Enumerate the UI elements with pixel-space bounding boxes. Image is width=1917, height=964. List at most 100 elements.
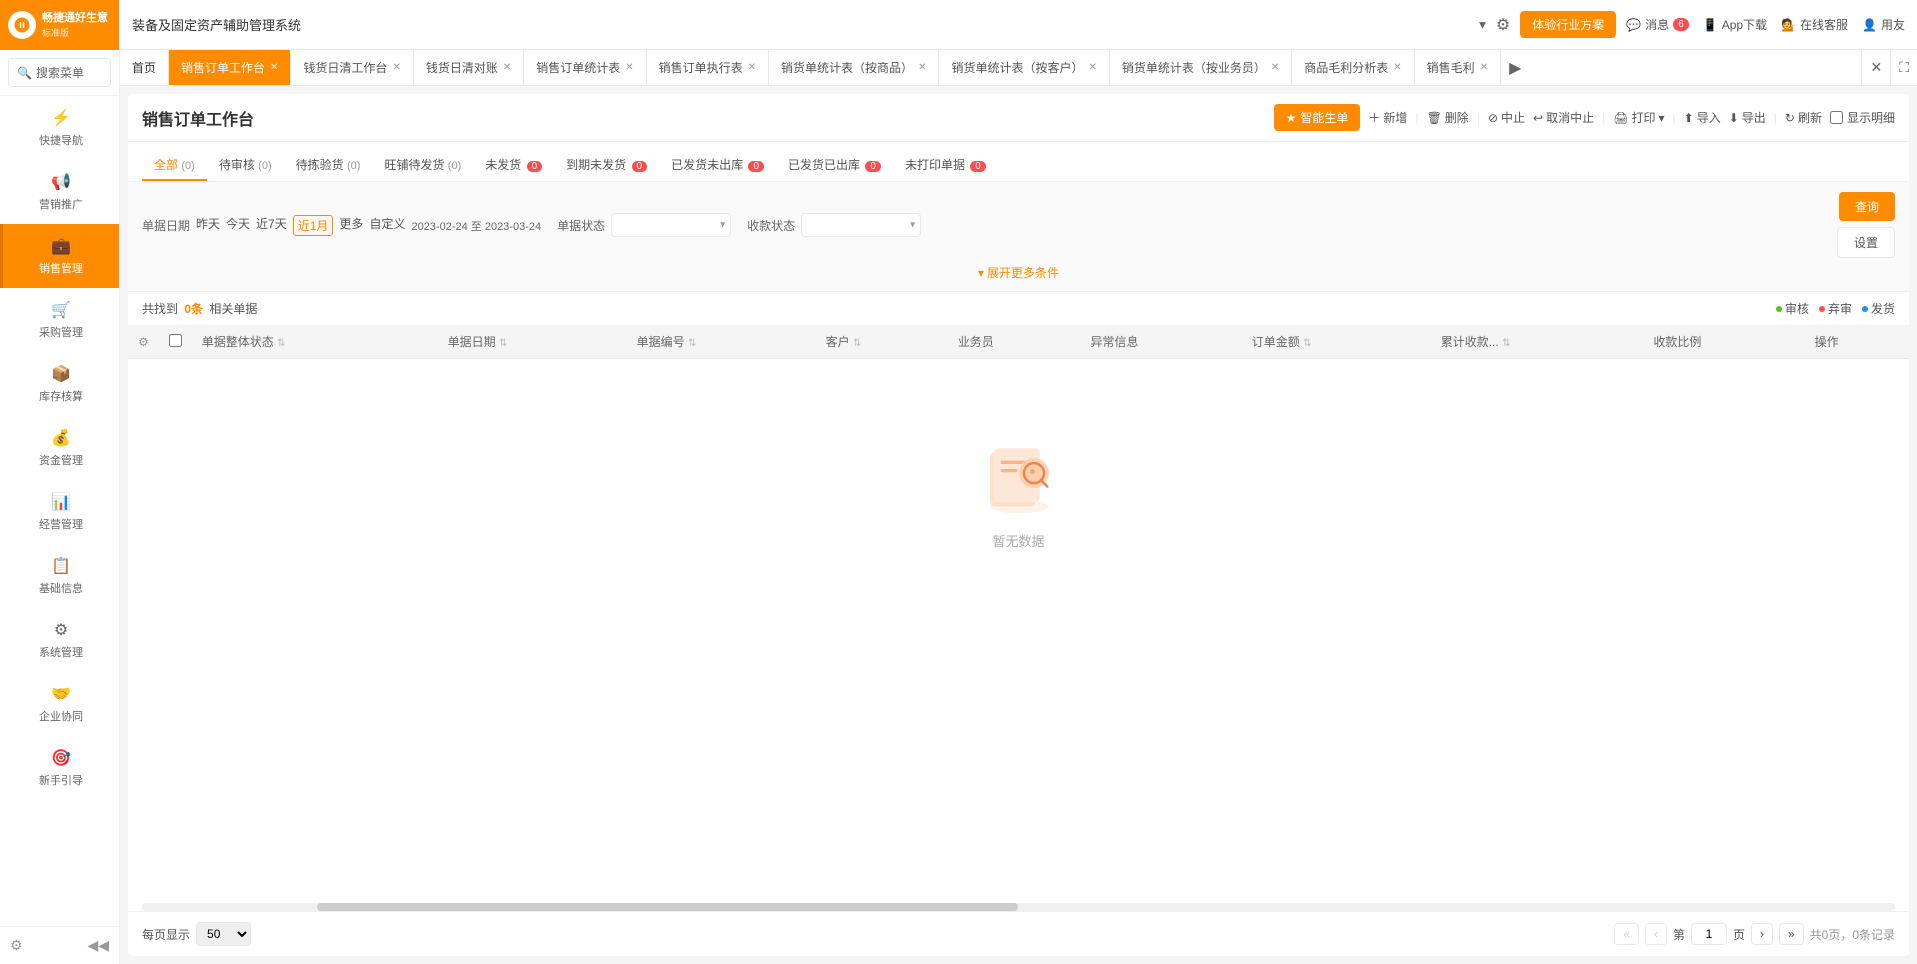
cancel-suspend-button[interactable]: ↩ 取消中止: [1533, 109, 1594, 126]
suspend-button[interactable]: ⊘ 中止: [1488, 109, 1525, 126]
show-detail-checkbox[interactable]: 显示明细: [1830, 109, 1895, 126]
sidebar-item-quick-nav[interactable]: ⚡ 快捷导航: [0, 96, 119, 160]
sub-tab-pending-inspect[interactable]: 待拣验货 (0): [284, 150, 373, 181]
sidebar-item-basic-info[interactable]: 📋 基础信息: [0, 544, 119, 608]
horizontal-scrollbar[interactable]: [142, 903, 1895, 911]
th-checkbox[interactable]: [159, 325, 192, 359]
sub-tab-pending-review[interactable]: 待审核 (0): [207, 150, 284, 181]
sub-tab-not-printed[interactable]: 未打印单据 0: [893, 150, 998, 181]
next-page-button[interactable]: ›: [1751, 923, 1773, 945]
tab-sales-workbench-close[interactable]: ✕: [270, 62, 278, 73]
app-download-button[interactable]: 📱 App下载: [1703, 16, 1767, 33]
date-7days[interactable]: 近7天: [256, 215, 287, 236]
status-select[interactable]: [611, 213, 731, 237]
tab-sales-workbench[interactable]: 销售订单工作台 ✕: [169, 50, 291, 86]
sidebar-item-purchase[interactable]: 🛒 采购管理: [0, 288, 119, 352]
tab-cash-reconcile-close[interactable]: ✕: [503, 62, 511, 73]
sidebar-item-operation[interactable]: 📊 经营管理: [0, 480, 119, 544]
user-menu-button[interactable]: 👤 用友: [1862, 16, 1905, 33]
sidebar-item-finance[interactable]: 💰 资金管理: [0, 416, 119, 480]
sub-tab-all[interactable]: 全部 (0): [142, 150, 207, 181]
tab-sales-stat-staff[interactable]: 销货单统计表（按业务员） ✕: [1110, 50, 1292, 86]
tab-sales-stat-product[interactable]: 销货单统计表（按商品） ✕: [769, 50, 939, 86]
export-button[interactable]: ⬇ 导出: [1729, 109, 1766, 126]
sidebar-item-newbie[interactable]: 🎯 新手引导: [0, 736, 119, 800]
search-menu-button[interactable]: 🔍 搜索菜单: [8, 58, 111, 87]
sub-tab-shipped-not-out[interactable]: 已发货未出库 0: [659, 150, 776, 181]
tab-maximize-button[interactable]: ⛶: [1890, 50, 1917, 86]
select-all-checkbox[interactable]: [169, 334, 182, 347]
tab-sales-stat[interactable]: 销售订单统计表 ✕: [524, 50, 646, 86]
import-button[interactable]: ⬆ 导入: [1684, 109, 1721, 126]
prev-page-button[interactable]: ‹: [1645, 923, 1667, 945]
query-button[interactable]: 查询: [1839, 192, 1895, 221]
tab-sales-exec-close[interactable]: ✕: [748, 62, 756, 73]
message-button[interactable]: 💬 消息 6: [1626, 16, 1689, 33]
scrollbar-thumb[interactable]: [317, 903, 1018, 911]
doc-status-sort-icon[interactable]: ⇅: [277, 338, 285, 349]
tab-gross-profit-close[interactable]: ✕: [1393, 62, 1401, 73]
tab-sales-stat-staff-close[interactable]: ✕: [1271, 62, 1279, 73]
system-title-dropdown[interactable]: ▾: [1479, 17, 1486, 33]
total-received-sort-icon[interactable]: ⇅: [1502, 338, 1510, 349]
sidebar-item-system[interactable]: ⚙ 系统管理: [0, 608, 119, 672]
sub-tab-wangpu-pending[interactable]: 旺铺待发货 (0): [372, 150, 473, 181]
tab-cash-daily-close[interactable]: ✕: [392, 62, 400, 73]
tab-sales-stat-customer-close[interactable]: ✕: [1088, 62, 1096, 73]
sub-tab-not-shipped-label: 未发货: [485, 158, 521, 172]
order-amount-sort-icon[interactable]: ⇅: [1303, 338, 1311, 349]
customer-sort-icon[interactable]: ⇅: [853, 338, 861, 349]
sidebar-item-marketing[interactable]: 📢 营销推广: [0, 160, 119, 224]
date-1month[interactable]: 近1月: [293, 215, 334, 236]
set-button[interactable]: 设置: [1837, 227, 1895, 258]
print-button[interactable]: 🖨 打印 ▾: [1613, 109, 1664, 126]
date-yesterday[interactable]: 昨天: [196, 215, 220, 236]
sidebar-settings-button[interactable]: ⚙: [10, 937, 23, 954]
industry-solution-button[interactable]: 体验行业方案: [1520, 11, 1616, 38]
suspend-icon: ⊘: [1488, 111, 1498, 125]
tab-gross-profit[interactable]: 商品毛利分析表 ✕: [1292, 50, 1414, 86]
date-today[interactable]: 今天: [226, 215, 250, 236]
topbar-settings-button[interactable]: ⚙: [1496, 15, 1510, 35]
tab-sales-exec[interactable]: 销售订单执行表 ✕: [647, 50, 769, 86]
online-service-button[interactable]: 💁 在线客服: [1781, 16, 1848, 33]
sidebar-item-inventory[interactable]: 📦 库存核算: [0, 352, 119, 416]
sidebar-collapse-button[interactable]: ◀◀: [87, 937, 109, 954]
delete-button[interactable]: 🗑 删除: [1427, 109, 1469, 126]
doc-date-sort-icon[interactable]: ⇅: [499, 338, 507, 349]
page-size-select[interactable]: 20 50 100: [196, 922, 251, 946]
search-menu-label: 搜索菜单: [36, 64, 84, 81]
tab-sales-more-close[interactable]: ✕: [1480, 62, 1488, 73]
th-settings[interactable]: ⚙: [128, 325, 159, 359]
tab-sales-stat-customer[interactable]: 销货单统计表（按客户） ✕: [939, 50, 1109, 86]
tab-cash-reconcile[interactable]: 钱货日清对账 ✕: [414, 50, 524, 86]
sub-tab-shipped-out[interactable]: 已发货已出库 0: [776, 150, 893, 181]
add-button[interactable]: ＋ 新增: [1368, 109, 1407, 126]
sub-tab-expired-not-shipped[interactable]: 到期未发货 0: [554, 150, 659, 181]
sidebar-item-enterprise[interactable]: 🤝 企业协同: [0, 672, 119, 736]
tab-sales-stat-product-close[interactable]: ✕: [918, 62, 926, 73]
show-detail-input[interactable]: [1830, 111, 1843, 124]
tab-sales-more[interactable]: 销售毛利 ✕: [1415, 50, 1501, 86]
sub-tab-not-shipped[interactable]: 未发货 0: [473, 150, 554, 181]
sidebar-item-sales[interactable]: 💼 销售管理: [0, 224, 119, 288]
ship-action-button[interactable]: 发货: [1862, 300, 1895, 317]
tab-sales-stat-close[interactable]: ✕: [625, 62, 633, 73]
tab-more-button[interactable]: ▶: [1501, 50, 1529, 86]
review-action-button[interactable]: 审核: [1776, 300, 1809, 317]
tab-home[interactable]: 首页: [120, 50, 169, 86]
refresh-button[interactable]: ↻ 刷新: [1785, 109, 1822, 126]
payment-select[interactable]: [801, 213, 921, 237]
last-page-button[interactable]: »: [1779, 923, 1804, 945]
current-page-input[interactable]: [1691, 923, 1727, 945]
date-more[interactable]: 更多: [339, 215, 363, 236]
tab-close-all-button[interactable]: ✕: [1861, 50, 1890, 86]
first-page-button[interactable]: «: [1614, 923, 1639, 945]
tab-cash-daily[interactable]: 钱货日清工作台 ✕: [291, 50, 413, 86]
smart-generate-button[interactable]: ★ 智能生单: [1274, 104, 1361, 131]
sidebar-item-operation-label: 经营管理: [39, 516, 83, 532]
doc-number-sort-icon[interactable]: ⇅: [688, 338, 696, 349]
date-custom[interactable]: 自定义: [369, 215, 405, 236]
expand-filter-button[interactable]: ▾ 展开更多条件: [978, 264, 1059, 281]
cancel-review-action-button[interactable]: 弃审: [1819, 300, 1852, 317]
